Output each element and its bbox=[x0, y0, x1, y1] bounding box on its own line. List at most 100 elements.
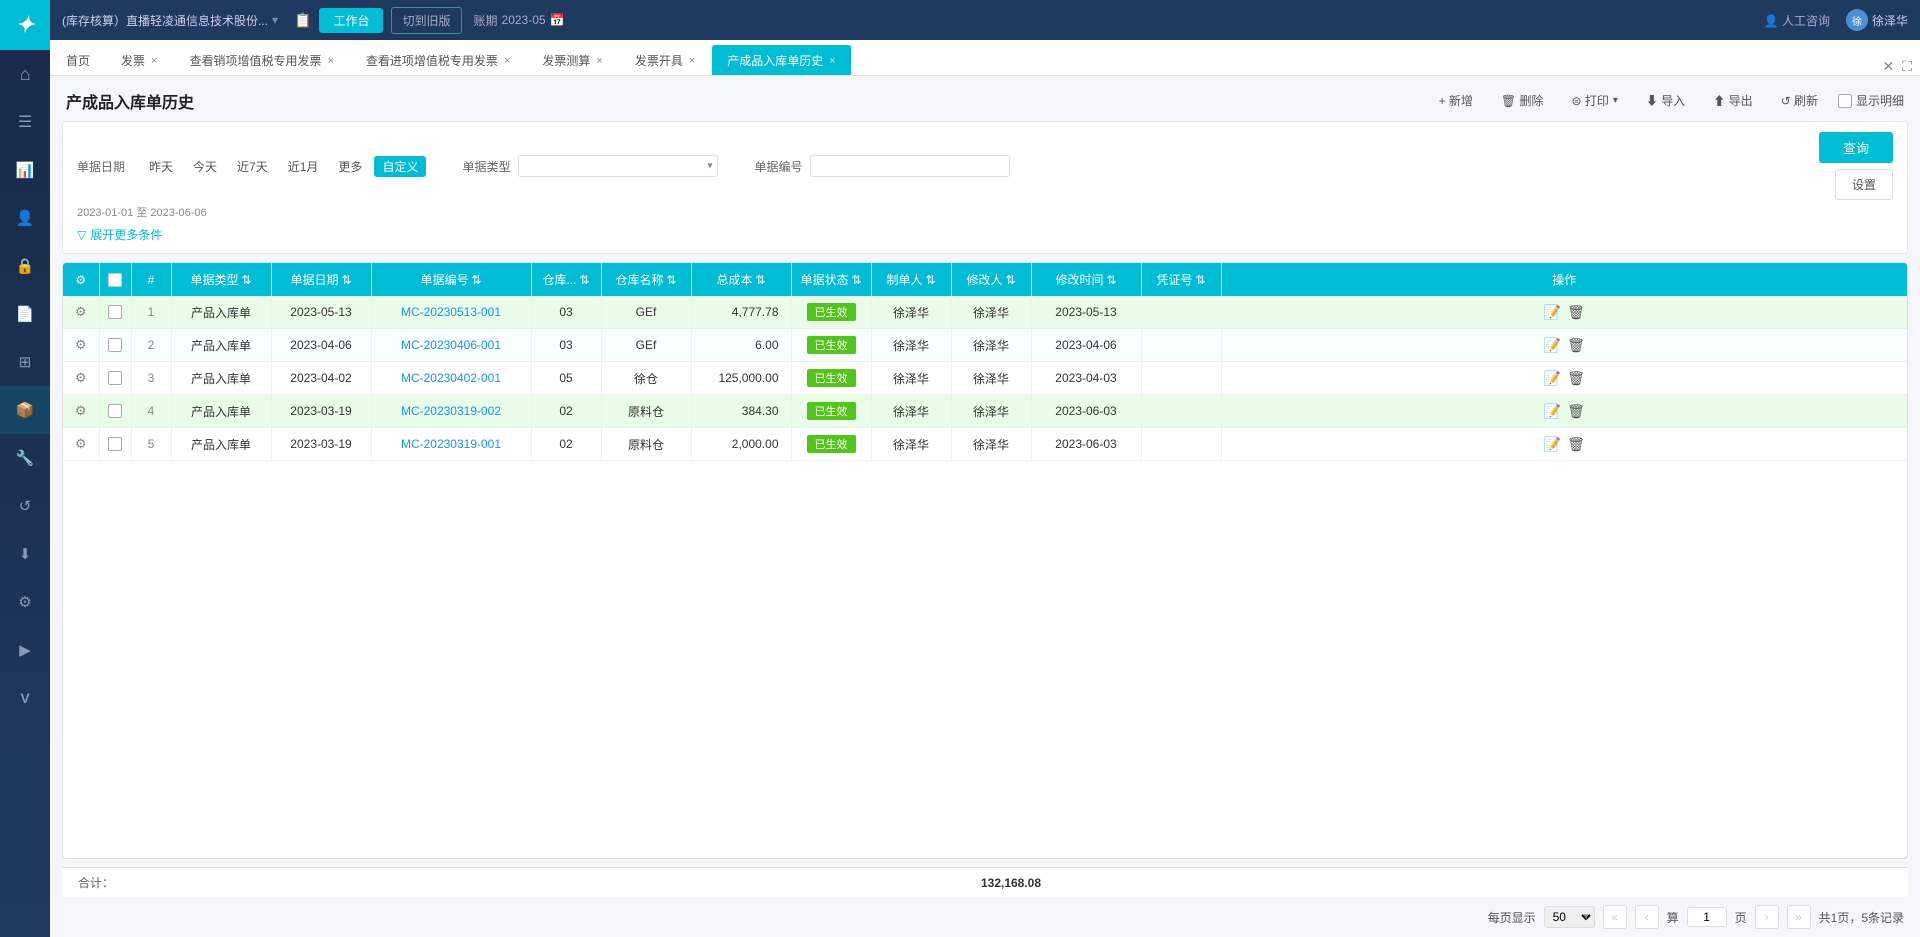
row-checkbox-4[interactable] bbox=[108, 437, 122, 451]
quick-btn-custom[interactable]: 自定义 bbox=[374, 156, 426, 177]
cell-checkbox-3[interactable] bbox=[99, 395, 131, 428]
tab-close-invoice[interactable]: × bbox=[151, 55, 157, 67]
th-doc-date[interactable]: 单据日期 ⇅ bbox=[271, 263, 371, 296]
th-modify-time[interactable]: 修改时间 ⇅ bbox=[1031, 263, 1141, 296]
delete-icon-3[interactable]: 🗑 bbox=[1567, 403, 1585, 420]
tab-invoice[interactable]: 发票 × bbox=[106, 45, 172, 75]
cell-settings-2[interactable]: ⚙ bbox=[63, 362, 99, 395]
doc-no-link-0[interactable]: MC-20230513-001 bbox=[401, 305, 501, 319]
quick-btn-today[interactable]: 今天 bbox=[185, 156, 225, 177]
tab-close-invoice-open[interactable]: × bbox=[689, 55, 695, 67]
next-page-btn[interactable]: › bbox=[1755, 905, 1779, 929]
sidebar-item-list[interactable]: ☰ bbox=[0, 98, 50, 146]
edit-icon-3[interactable]: 📝 bbox=[1544, 403, 1561, 420]
delete-button[interactable]: 🗑 删除 bbox=[1493, 88, 1552, 113]
sidebar-item-table[interactable]: ⊞ bbox=[0, 338, 50, 386]
doc-no-link-2[interactable]: MC-20230402-001 bbox=[401, 371, 501, 385]
row-checkbox-1[interactable] bbox=[108, 338, 122, 352]
doc-no-link-4[interactable]: MC-20230319-001 bbox=[401, 437, 501, 451]
refresh-button[interactable]: ↺ 刷新 bbox=[1773, 88, 1826, 113]
th-checkbox[interactable] bbox=[99, 263, 131, 296]
tab-check-sales[interactable]: 查看销项增值税专用发票 × bbox=[174, 45, 348, 75]
first-page-btn[interactable]: « bbox=[1603, 905, 1627, 929]
sidebar-item-settings[interactable]: ⚙ bbox=[0, 578, 50, 626]
sidebar-item-box[interactable]: 📦 bbox=[0, 386, 50, 434]
set-button[interactable]: 设置 bbox=[1835, 169, 1893, 200]
tab-close-product-history[interactable]: × bbox=[829, 55, 835, 67]
user-service[interactable]: 👤 人工咨询 bbox=[1764, 12, 1830, 29]
cell-doc-no-3[interactable]: MC-20230319-002 bbox=[371, 395, 531, 428]
tab-product-history[interactable]: 产成品入库单历史 × bbox=[712, 45, 850, 75]
doc-type-select[interactable] bbox=[518, 155, 718, 177]
tab-invoice-open[interactable]: 发票开具 × bbox=[620, 45, 710, 75]
cell-settings-1[interactable]: ⚙ bbox=[63, 329, 99, 362]
th-modifier[interactable]: 修改人 ⇅ bbox=[951, 263, 1031, 296]
prev-page-btn[interactable]: ‹ bbox=[1635, 905, 1659, 929]
print-dropdown-icon[interactable]: ▾ bbox=[1613, 95, 1618, 106]
delete-icon-0[interactable]: 🗑 bbox=[1567, 304, 1585, 321]
export-button[interactable]: ⬆ 导出 bbox=[1705, 88, 1760, 113]
switch-old-button[interactable]: 切到旧版 bbox=[391, 7, 461, 34]
cell-checkbox-1[interactable] bbox=[99, 329, 131, 362]
sidebar-item-lock[interactable]: 🔒 bbox=[0, 242, 50, 290]
last-page-btn[interactable]: » bbox=[1787, 905, 1811, 929]
sidebar-item-person[interactable]: 👤 bbox=[0, 194, 50, 242]
tab-check-purchase[interactable]: 查看进项增值税专用发票 × bbox=[351, 45, 525, 75]
delete-icon-1[interactable]: 🗑 bbox=[1567, 337, 1585, 354]
quick-btn-more[interactable]: 更多 bbox=[330, 156, 370, 177]
close-all-tabs-icon[interactable]: ✕ bbox=[1882, 58, 1894, 75]
cell-doc-no-2[interactable]: MC-20230402-001 bbox=[371, 362, 531, 395]
th-settings[interactable]: ⚙ bbox=[63, 263, 99, 296]
doc-no-input[interactable] bbox=[810, 155, 1010, 177]
cell-doc-no-1[interactable]: MC-20230406-001 bbox=[371, 329, 531, 362]
select-all-checkbox[interactable] bbox=[108, 273, 122, 287]
th-doc-no[interactable]: 单据编号 ⇅ bbox=[371, 263, 531, 296]
edit-icon-1[interactable]: 📝 bbox=[1544, 337, 1561, 354]
print-button[interactable]: ⊜ 打印 ▾ bbox=[1563, 88, 1625, 113]
per-page-select[interactable]: 10 50 100 bbox=[1544, 906, 1595, 928]
fullscreen-icon[interactable]: ⛶ bbox=[1902, 58, 1912, 75]
cell-doc-no-4[interactable]: MC-20230319-001 bbox=[371, 428, 531, 461]
sidebar-item-chart[interactable]: 📊 bbox=[0, 146, 50, 194]
doc-no-link-1[interactable]: MC-20230406-001 bbox=[401, 338, 501, 352]
cell-settings-4[interactable]: ⚙ bbox=[63, 428, 99, 461]
sidebar-item-tool[interactable]: 🔧 bbox=[0, 434, 50, 482]
row-checkbox-3[interactable] bbox=[108, 404, 122, 418]
new-button[interactable]: + 新增 bbox=[1431, 88, 1481, 113]
username-display[interactable]: 徐 徐泽华 bbox=[1846, 9, 1908, 31]
cell-settings-3[interactable]: ⚙ bbox=[63, 395, 99, 428]
sidebar-item-doc[interactable]: 📄 bbox=[0, 290, 50, 338]
quick-btn-7days[interactable]: 近7天 bbox=[229, 156, 276, 177]
tab-home[interactable]: 首页 bbox=[50, 45, 106, 75]
edit-icon-2[interactable]: 📝 bbox=[1544, 370, 1561, 387]
sidebar-item-home[interactable]: ⌂ bbox=[0, 50, 50, 98]
show-detail-check[interactable] bbox=[1838, 94, 1852, 108]
th-creator[interactable]: 制单人 ⇅ bbox=[871, 263, 951, 296]
cell-checkbox-0[interactable] bbox=[99, 296, 131, 329]
sidebar-item-download[interactable]: ⬇ bbox=[0, 530, 50, 578]
expand-btn[interactable]: ▽ 展开更多条件 bbox=[77, 226, 1893, 243]
import-button[interactable]: ⬇ 导入 bbox=[1638, 88, 1693, 113]
th-total-cost[interactable]: 总成本 ⇅ bbox=[691, 263, 791, 296]
quick-btn-yesterday[interactable]: 昨天 bbox=[141, 156, 181, 177]
th-voucher-no[interactable]: 凭证号 ⇅ bbox=[1141, 263, 1221, 296]
row-checkbox-0[interactable] bbox=[108, 305, 122, 319]
workbench-button[interactable]: 工作台 bbox=[319, 8, 383, 33]
cell-settings-0[interactable]: ⚙ bbox=[63, 296, 99, 329]
cell-checkbox-2[interactable] bbox=[99, 362, 131, 395]
sidebar-item-play[interactable]: ▶ bbox=[0, 626, 50, 674]
tab-close-invoice-calc[interactable]: × bbox=[596, 55, 602, 67]
edit-icon-0[interactable]: 📝 bbox=[1544, 304, 1561, 321]
tab-invoice-calc[interactable]: 发票测算 × bbox=[527, 45, 617, 75]
th-doc-status[interactable]: 单据状态 ⇅ bbox=[791, 263, 871, 296]
cell-doc-no-0[interactable]: MC-20230513-001 bbox=[371, 296, 531, 329]
page-number-input[interactable] bbox=[1687, 907, 1727, 927]
th-warehouse-name[interactable]: 仓库名称 ⇅ bbox=[601, 263, 691, 296]
th-warehouse-no[interactable]: 仓库... ⇅ bbox=[531, 263, 601, 296]
tab-close-check-sales[interactable]: × bbox=[327, 55, 333, 67]
delete-icon-4[interactable]: 🗑 bbox=[1567, 436, 1585, 453]
doc-no-link-3[interactable]: MC-20230319-002 bbox=[401, 404, 501, 418]
quick-btn-1month[interactable]: 近1月 bbox=[280, 156, 327, 177]
sidebar-item-v[interactable]: V bbox=[0, 674, 50, 722]
sidebar-item-refresh[interactable]: ↺ bbox=[0, 482, 50, 530]
